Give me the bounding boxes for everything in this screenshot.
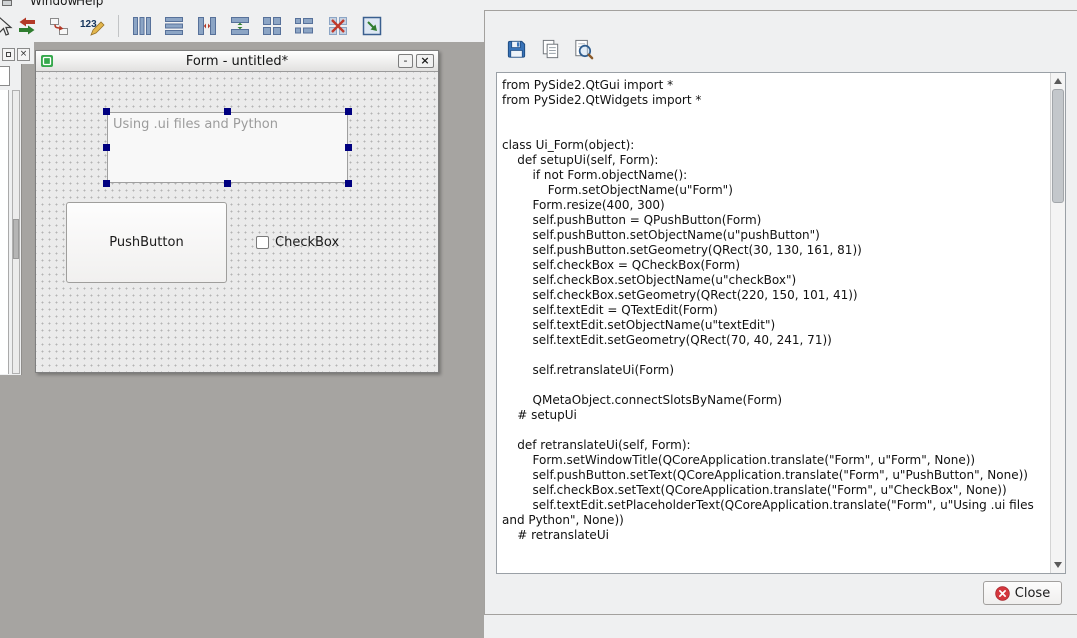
bottom-panel: <resource root> bbox=[484, 616, 1077, 638]
layout-vertical-icon bbox=[163, 15, 185, 37]
layout-vertical-button[interactable] bbox=[160, 12, 187, 39]
app-icon bbox=[2, 0, 12, 6]
save-icon bbox=[505, 38, 528, 61]
widgetbox-scrollbar[interactable] bbox=[12, 90, 20, 374]
edit-tab-order-icon: 123 bbox=[79, 15, 105, 37]
form-designer-window: Form - untitled* - × Using .ui files and… bbox=[35, 50, 439, 373]
break-layout-button[interactable] bbox=[324, 12, 351, 39]
break-layout-icon bbox=[327, 15, 349, 37]
dialog-close-icon bbox=[995, 586, 1010, 601]
layout-form-icon bbox=[293, 15, 315, 37]
dialog-close-label: Close bbox=[1015, 586, 1050, 601]
edit-buddies-icon bbox=[48, 15, 70, 37]
qt-designer-window: Window Help 123 bbox=[0, 0, 1077, 638]
layout-form-button[interactable] bbox=[290, 12, 317, 39]
pushbutton-widget[interactable]: PushButton bbox=[66, 202, 227, 283]
selection-handle-middle-left[interactable] bbox=[103, 144, 110, 151]
scroll-up-icon[interactable] bbox=[1054, 78, 1062, 84]
code-preview-dialog: from PySide2.QtGui import * from PySide2… bbox=[484, 10, 1077, 615]
textedit-placeholder: Using .ui files and Python bbox=[108, 113, 347, 136]
widgetbox-list bbox=[0, 90, 9, 374]
menubar: Window Help bbox=[0, 0, 1077, 9]
layout-grid-icon bbox=[261, 15, 283, 37]
find-button[interactable] bbox=[569, 35, 597, 63]
selection-handle-bottom-left[interactable] bbox=[103, 180, 110, 187]
edit-buddies-button[interactable] bbox=[45, 12, 72, 39]
checkbox-label: CheckBox bbox=[275, 235, 339, 250]
dock-close-icon: × bbox=[20, 50, 28, 59]
layout-horizontal-icon bbox=[131, 15, 153, 37]
dock-float-button[interactable] bbox=[2, 48, 15, 61]
checkbox-widget[interactable]: CheckBox bbox=[256, 222, 357, 263]
dialog-close-button[interactable]: Close bbox=[983, 581, 1062, 605]
widgetbox-filter-input[interactable] bbox=[0, 66, 10, 86]
code-scrollbar-thumb[interactable] bbox=[1052, 89, 1064, 203]
form-close-button[interactable]: × bbox=[416, 54, 434, 68]
code-viewer: from PySide2.QtGui import * from PySide2… bbox=[496, 72, 1066, 574]
find-icon bbox=[572, 38, 595, 61]
edit-signals-slots-button[interactable] bbox=[13, 12, 40, 39]
layout-vertical-splitter-icon bbox=[229, 15, 251, 37]
adjust-size-button[interactable] bbox=[358, 12, 385, 39]
save-button[interactable] bbox=[502, 35, 530, 63]
edit-tab-order-button[interactable]: 123 bbox=[77, 12, 107, 39]
edit-widgets-icon bbox=[0, 15, 13, 37]
layout-grid-button[interactable] bbox=[258, 12, 285, 39]
layout-horizontal-splitter-button[interactable] bbox=[193, 12, 220, 39]
checkbox-box bbox=[256, 236, 269, 249]
selection-handle-top-left[interactable] bbox=[103, 108, 110, 115]
form-minimize-button[interactable]: - bbox=[398, 54, 413, 68]
dock-close-button[interactable]: × bbox=[17, 48, 30, 61]
edit-signals-slots-icon bbox=[16, 15, 38, 37]
form-window-title: Form - untitled* bbox=[36, 54, 438, 69]
selection-handle-bottom-middle[interactable] bbox=[224, 180, 231, 187]
adjust-size-icon bbox=[361, 15, 383, 37]
selection-handle-top-middle[interactable] bbox=[224, 108, 231, 115]
toolbar-separator bbox=[118, 15, 119, 37]
widgetbox-scrollbar-thumb[interactable] bbox=[13, 219, 19, 259]
scroll-down-icon[interactable] bbox=[1054, 562, 1062, 568]
dock-float-icon bbox=[6, 52, 11, 57]
widgetbox-dock-header: × bbox=[0, 42, 34, 64]
selection-handle-top-right[interactable] bbox=[345, 108, 352, 115]
copy-icon bbox=[539, 38, 562, 61]
selection-handle-bottom-right[interactable] bbox=[345, 180, 352, 187]
form-titlebar[interactable]: Form - untitled* - × bbox=[36, 51, 438, 72]
menu-window[interactable]: Window bbox=[30, 0, 77, 8]
layout-vertical-splitter-button[interactable] bbox=[226, 12, 253, 39]
textedit-widget[interactable]: Using .ui files and Python bbox=[107, 112, 348, 183]
copy-button[interactable] bbox=[536, 35, 564, 63]
code-text[interactable]: from PySide2.QtGui import * from PySide2… bbox=[497, 73, 1050, 573]
layout-horizontal-button[interactable] bbox=[128, 12, 155, 39]
menu-help[interactable]: Help bbox=[76, 0, 103, 8]
form-canvas[interactable]: Using .ui files and Python PushButton Ch… bbox=[36, 72, 438, 372]
code-scrollbar[interactable] bbox=[1050, 73, 1065, 573]
selection-handle-middle-right[interactable] bbox=[345, 144, 352, 151]
layout-horizontal-splitter-icon bbox=[196, 15, 218, 37]
